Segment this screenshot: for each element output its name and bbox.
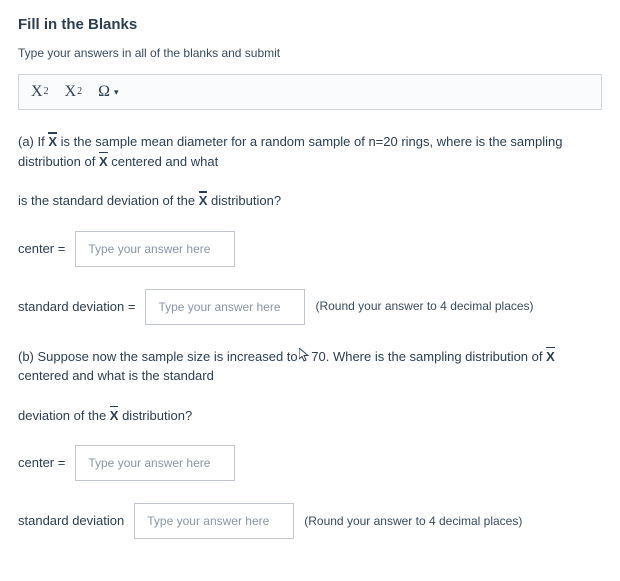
text-fragment: distribution? (118, 408, 192, 423)
center-label: center = (18, 240, 65, 258)
superscript-label: X (65, 81, 77, 103)
std-label: standard deviation (18, 512, 124, 530)
text-fragment: is the standard deviation of the (18, 193, 199, 208)
std-hint: (Round your answer to 4 decimal places) (304, 513, 522, 530)
text-fragment: (a) If (18, 134, 48, 149)
chevron-down-icon: ▾ (114, 86, 119, 99)
x-bar-symbol: X (199, 191, 208, 211)
x-bar-symbol: X (99, 152, 108, 172)
part-a-center-input[interactable] (75, 231, 235, 267)
part-b-line2: deviation of the X distribution? (18, 406, 602, 426)
text-fragment: distribution? (207, 193, 281, 208)
part-a-line1: (a) If X is the sample mean diameter for… (18, 132, 602, 171)
superscript-button[interactable]: X2 (65, 81, 83, 103)
part-b-std-input[interactable] (134, 503, 294, 539)
text-fragment: 70. Where is the sampling distribution o… (311, 349, 546, 364)
cursor-icon (299, 348, 310, 363)
x-bar-symbol: X (110, 406, 119, 426)
subscript-sub: 2 (44, 85, 49, 99)
center-label: center = (18, 454, 65, 472)
std-label: standard deviation = (18, 298, 135, 316)
part-a-std-input[interactable] (145, 289, 305, 325)
text-fragment: (b) Suppose now the sample size is incre… (18, 349, 301, 364)
part-a-center-row: center = (18, 231, 602, 267)
part-b-std-row: standard deviation (Round your answer to… (18, 503, 602, 539)
std-hint: (Round your answer to 4 decimal places) (315, 298, 533, 315)
part-a-line2: is the standard deviation of the X distr… (18, 191, 602, 211)
page-title: Fill in the Blanks (18, 14, 602, 35)
part-b-line1: (b) Suppose now the sample size is incre… (18, 347, 602, 386)
x-bar-symbol: X (48, 132, 57, 152)
instructions-text: Type your answers in all of the blanks a… (18, 45, 602, 62)
part-a-std-row: standard deviation = (Round your answer … (18, 289, 602, 325)
part-b-center-input[interactable] (75, 445, 235, 481)
text-fragment: centered and what is the standard (18, 368, 214, 383)
x-bar-symbol: X (546, 347, 555, 367)
omega-button[interactable]: Ω▾ (98, 81, 118, 103)
subscript-label: X (31, 81, 43, 103)
subscript-button[interactable]: X2 (31, 81, 49, 103)
omega-label: Ω (98, 81, 110, 103)
text-fragment: deviation of the (18, 408, 110, 423)
part-b-center-row: center = (18, 445, 602, 481)
equation-toolbar: X2 X2 Ω▾ (18, 74, 602, 110)
text-fragment: centered and what (108, 154, 219, 169)
superscript-sup: 2 (77, 85, 82, 99)
